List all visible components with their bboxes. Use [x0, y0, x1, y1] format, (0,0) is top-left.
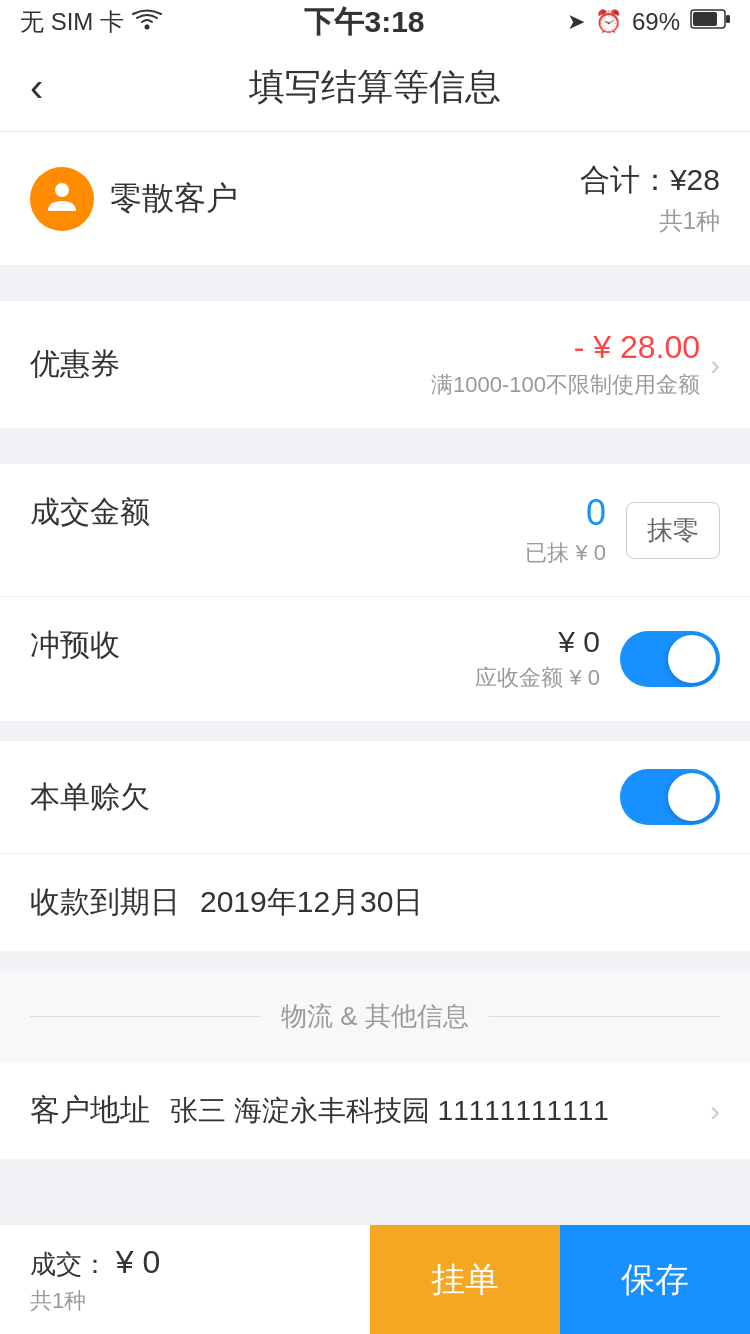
amount-value: 0 [525, 492, 606, 534]
svg-rect-2 [726, 15, 730, 23]
due-date-value: 2019年12月30日 [200, 882, 423, 923]
battery-percentage: 69% [632, 8, 680, 36]
address-chevron-icon: › [710, 1094, 720, 1128]
bottom-transaction-row: 成交： ¥ 0 [30, 1244, 340, 1282]
section-separator-3 [0, 721, 750, 741]
alarm-icon: ⏰ [595, 9, 622, 35]
prepayment-label: 冲预收 [30, 625, 120, 666]
prepayment-row: 冲预收 ¥ 0 应收金额 ¥ 0 [0, 596, 750, 721]
status-bar: 无 SIM 卡 下午3:18 ➤ ⏰ 69% [0, 0, 750, 44]
content-area: 零散客户 合计：¥28 共1种 优惠券 - ¥ 28.00 满1000-100不… [0, 132, 750, 1315]
prepayment-amount: ¥ 0 [475, 625, 600, 659]
prepayment-values: ¥ 0 应收金额 ¥ 0 [475, 625, 600, 693]
customer-section: 零散客户 合计：¥28 共1种 [0, 132, 750, 265]
customer-count: 共1种 [580, 205, 720, 237]
coupon-right: - ¥ 28.00 满1000-100不限制使用金额 › [431, 329, 720, 400]
status-right: ➤ ⏰ 69% [567, 8, 730, 36]
amount-label: 成交金额 [30, 492, 150, 533]
credit-section: 本单赊欠 [0, 741, 750, 853]
avatar-icon [44, 177, 80, 220]
svg-point-0 [145, 25, 150, 30]
customer-avatar [30, 167, 94, 231]
sim-text: 无 SIM 卡 [20, 6, 124, 38]
credit-toggle[interactable] [620, 769, 720, 825]
bottom-count: 共1种 [30, 1286, 340, 1316]
amount-value-wrap: 0 已抹 ¥ 0 [525, 492, 606, 568]
battery-icon [690, 8, 730, 36]
back-button[interactable]: ‹ [30, 65, 43, 110]
location-icon: ➤ [567, 9, 585, 35]
round-zero-button[interactable]: 抹零 [626, 502, 720, 559]
address-value: 张三 海淀永丰科技园 11111111111 [170, 1092, 710, 1130]
bottom-spacer [0, 1175, 750, 1195]
wifi-icon [132, 8, 162, 36]
logistics-label: 物流 & 其他信息 [261, 999, 489, 1034]
page-title: 填写结算等信息 [249, 63, 501, 112]
section-separator-4 [0, 951, 750, 971]
amount-deducted: 已抹 ¥ 0 [525, 538, 606, 568]
due-date-section: 收款到期日 2019年12月30日 [0, 853, 750, 951]
section-separator-1 [0, 281, 750, 301]
credit-toggle-knob [668, 773, 716, 821]
save-button[interactable]: 保存 [560, 1225, 750, 1335]
customer-name: 零散客户 [110, 177, 238, 221]
logistics-line-left [30, 1016, 261, 1017]
address-row[interactable]: 客户地址 张三 海淀永丰科技园 11111111111 › [0, 1062, 750, 1159]
svg-point-4 [55, 183, 69, 197]
logistics-line-right [489, 1016, 720, 1017]
transaction-amount-section: 成交金额 0 已抹 ¥ 0 抹零 [0, 464, 750, 596]
svg-rect-3 [693, 12, 717, 26]
credit-label: 本单赊欠 [30, 777, 150, 818]
amount-row: 成交金额 0 已抹 ¥ 0 抹零 [30, 492, 720, 568]
bottom-transaction-label: 成交： [30, 1249, 108, 1279]
prepayment-toggle[interactable] [620, 631, 720, 687]
bottom-summary: 成交： ¥ 0 共1种 [0, 1244, 370, 1316]
prepayment-receivable: 应收金额 ¥ 0 [475, 663, 600, 693]
coupon-value: - ¥ 28.00 满1000-100不限制使用金额 [431, 329, 700, 400]
customer-total: 合计：¥28 [580, 160, 720, 201]
coupon-label: 优惠券 [30, 344, 120, 385]
customer-info-left: 零散客户 [30, 167, 238, 231]
coupon-description: 满1000-100不限制使用金额 [431, 370, 700, 400]
customer-info-right: 合计：¥28 共1种 [580, 160, 720, 237]
status-left: 无 SIM 卡 [20, 6, 162, 38]
logistics-header: 物流 & 其他信息 [0, 971, 750, 1062]
coupon-amount: - ¥ 28.00 [431, 329, 700, 366]
due-date-label: 收款到期日 [30, 882, 180, 923]
status-time: 下午3:18 [304, 2, 424, 43]
section-separator-2 [0, 444, 750, 464]
bottom-bar: 成交： ¥ 0 共1种 挂单 保存 [0, 1224, 750, 1334]
coupon-row[interactable]: 优惠券 - ¥ 28.00 满1000-100不限制使用金额 › [0, 301, 750, 428]
amount-right: 0 已抹 ¥ 0 抹零 [525, 492, 720, 568]
address-label: 客户地址 [30, 1090, 150, 1131]
bottom-transaction-amount: ¥ 0 [116, 1244, 160, 1280]
toggle-knob [668, 635, 716, 683]
hang-button[interactable]: 挂单 [370, 1225, 560, 1335]
coupon-chevron-icon: › [710, 348, 720, 382]
nav-bar: ‹ 填写结算等信息 [0, 44, 750, 132]
prepayment-right: ¥ 0 应收金额 ¥ 0 [475, 625, 720, 693]
